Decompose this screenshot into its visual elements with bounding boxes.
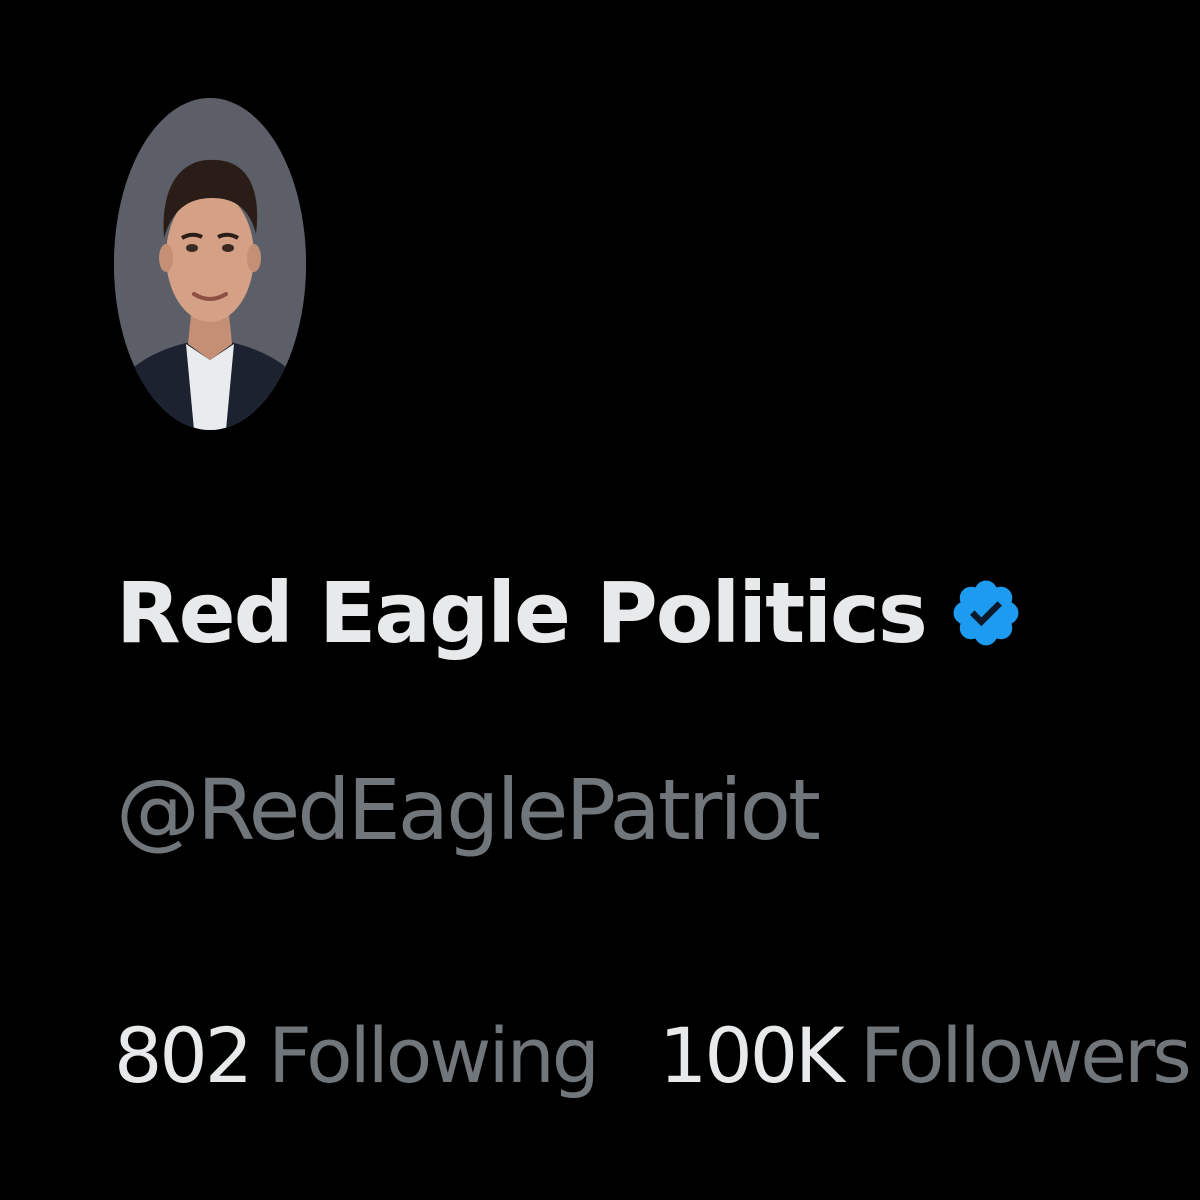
avatar-image [114, 98, 306, 430]
verified-badge-icon-svg [953, 580, 1019, 646]
profile-stats: 802 Following 100K Followers [114, 1010, 1192, 1101]
profile-card: Red Eagle Politics @RedEaglePatriot 802 … [0, 0, 1200, 1200]
avatar[interactable] [114, 98, 306, 430]
display-name[interactable]: Red Eagle Politics [116, 571, 928, 655]
verified-badge-icon[interactable] [948, 575, 1024, 651]
profile-handle[interactable]: @RedEaglePatriot [116, 760, 821, 861]
followers-label: Followers [859, 1011, 1192, 1100]
display-name-row: Red Eagle Politics [116, 548, 1024, 678]
following-link[interactable]: 802 Following [114, 1010, 600, 1101]
following-count: 802 [114, 1011, 253, 1100]
followers-link[interactable]: 100K Followers [658, 1010, 1192, 1101]
following-label: Following [268, 1011, 600, 1100]
followers-count: 100K [658, 1011, 845, 1100]
